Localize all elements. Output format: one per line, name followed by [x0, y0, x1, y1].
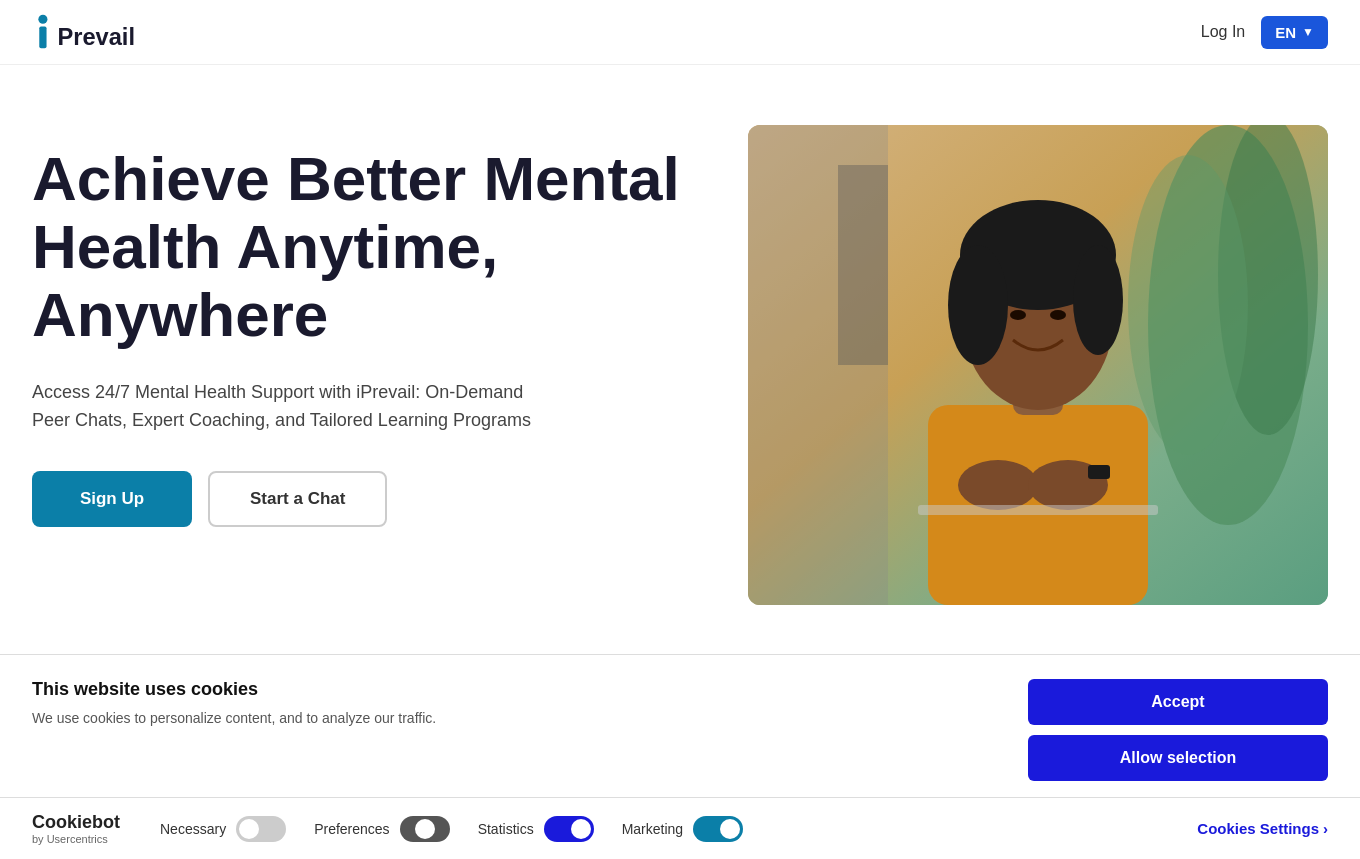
hero-image-svg [748, 125, 1328, 605]
logo-icon: Prevail [32, 12, 177, 52]
svg-point-15 [958, 460, 1038, 510]
login-link[interactable]: Log In [1201, 23, 1245, 41]
svg-rect-20 [838, 165, 888, 365]
svg-point-14 [1050, 310, 1066, 320]
svg-rect-18 [1088, 465, 1110, 479]
svg-point-12 [1073, 245, 1123, 355]
lang-label: EN [1275, 24, 1296, 41]
svg-point-13 [1010, 310, 1026, 320]
svg-point-11 [948, 245, 1008, 365]
hero-content: Achieve Better Mental Health Anytime, An… [32, 125, 708, 527]
hero-image-area [748, 125, 1328, 605]
svg-text:Prevail: Prevail [57, 24, 134, 50]
svg-rect-1 [39, 27, 46, 49]
svg-rect-17 [918, 505, 1158, 515]
language-selector[interactable]: EN ▼ [1261, 16, 1328, 49]
header-right: Log In EN ▼ [1201, 16, 1328, 49]
chevron-down-icon: ▼ [1302, 25, 1314, 39]
svg-point-6 [1128, 155, 1248, 455]
hero-title: Achieve Better Mental Health Anytime, An… [32, 145, 708, 350]
svg-point-0 [38, 15, 47, 24]
hero-image [748, 125, 1328, 605]
signup-button[interactable]: Sign Up [32, 471, 192, 527]
hero-section: Achieve Better Mental Health Anytime, An… [0, 65, 1360, 645]
hero-buttons: Sign Up Start a Chat [32, 471, 708, 527]
start-chat-button[interactable]: Start a Chat [208, 471, 387, 527]
logo-area: Prevail [32, 12, 177, 52]
hero-subtitle: Access 24/7 Mental Health Support with i… [32, 378, 552, 436]
site-header: Prevail Log In EN ▼ [0, 0, 1360, 65]
